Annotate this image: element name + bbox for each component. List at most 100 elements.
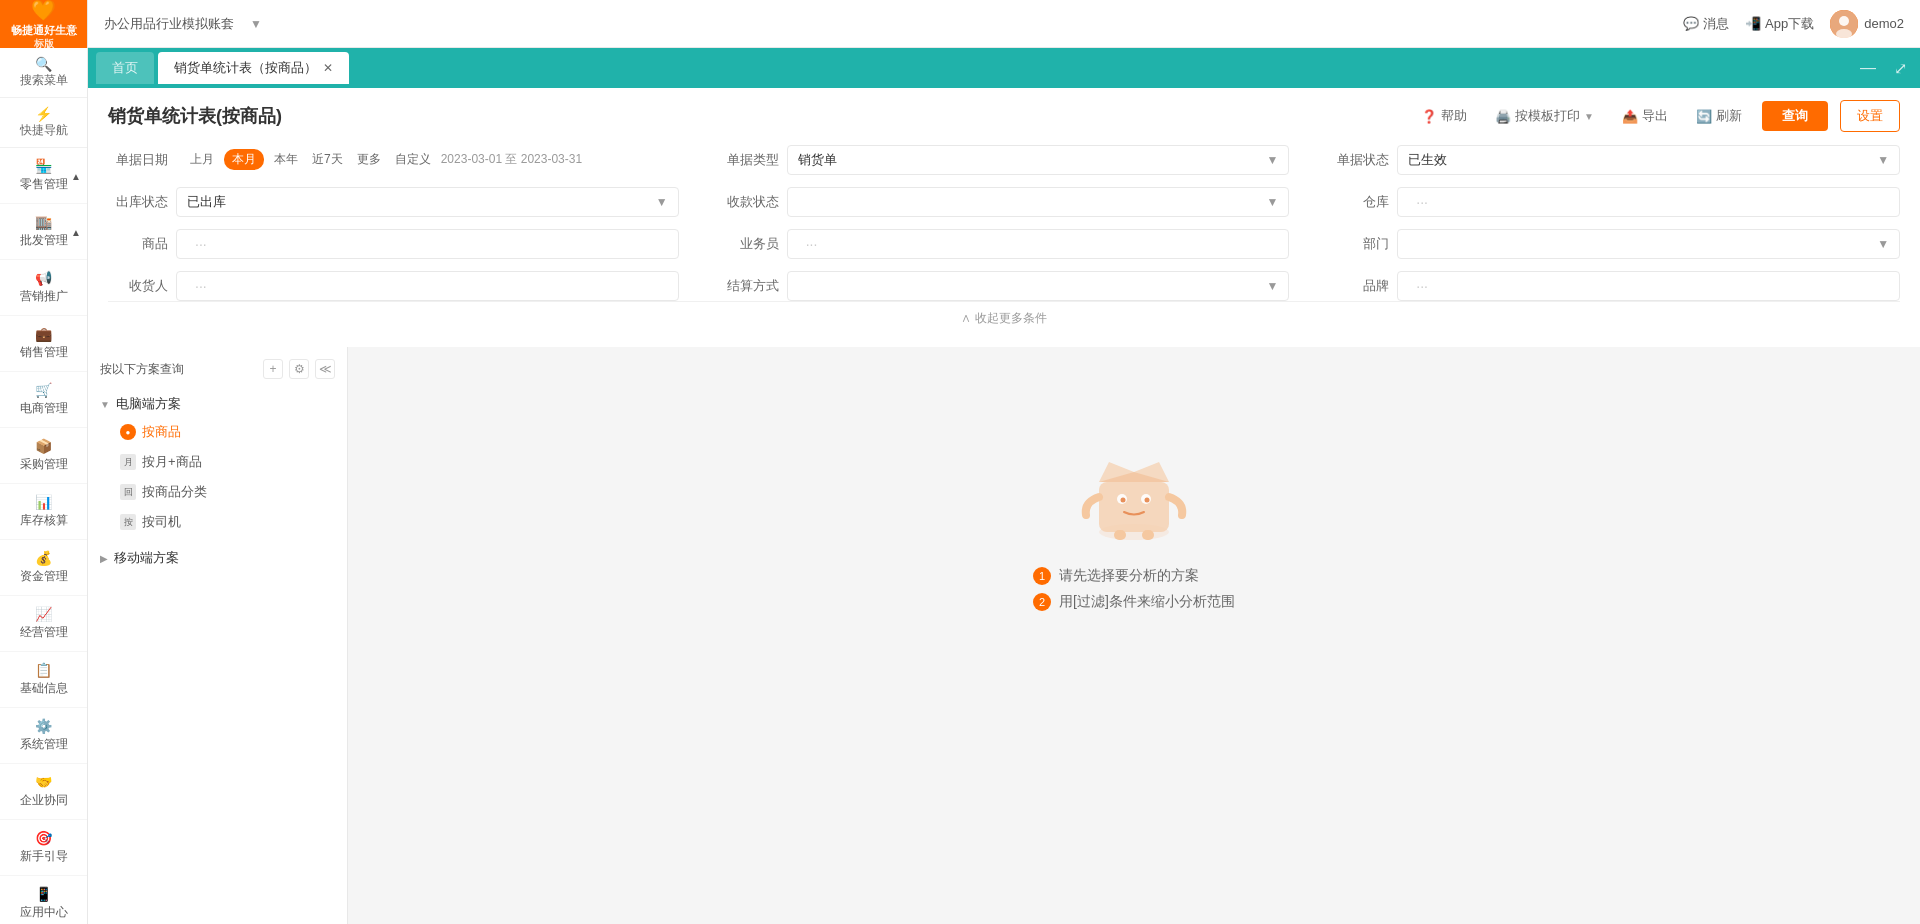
settlement-field: 结算方式 ▼ <box>719 271 1290 301</box>
receiver-control[interactable]: ··· <box>176 271 679 301</box>
brand-control[interactable]: ··· <box>1397 271 1900 301</box>
scheme-group-mobile-header[interactable]: ▶ 移动端方案 <box>88 545 347 571</box>
inventory-icon: 📊 <box>35 494 52 510</box>
scheme-collapse-btn[interactable]: ≪ <box>315 359 335 379</box>
date-shortcut-more[interactable]: 更多 <box>353 149 385 170</box>
brand-dots-icon[interactable]: ··· <box>1416 278 1428 294</box>
topbar-actions: 💬 消息 📲 App下载 demo2 <box>1683 10 1904 38</box>
receiver-dots-icon[interactable]: ··· <box>195 278 207 294</box>
scheme-settings-btn[interactable]: ⚙ <box>289 359 309 379</box>
scheme-panel-icons: + ⚙ ≪ <box>263 359 335 379</box>
scheme-item-by-machine[interactable]: 按 按司机 <box>88 507 347 537</box>
dropdown-arrow-icon[interactable]: ▼ <box>250 17 262 31</box>
sidebar-item-sales[interactable]: 💼 销售管理 <box>0 316 87 372</box>
help-btn[interactable]: ❓ 帮助 <box>1413 103 1475 129</box>
sidebar-item-retail-label: 零售管理 <box>20 176 68 193</box>
dept-control[interactable]: ▼ <box>1397 229 1900 259</box>
date-range-text: 2023-03-01 至 2023-03-31 <box>441 151 582 168</box>
user-menu[interactable]: demo2 <box>1830 10 1904 38</box>
sidebar-item-purchase[interactable]: 📦 采购管理 <box>0 428 87 484</box>
sidebar-item-inventory[interactable]: 📊 库存核算 <box>0 484 87 540</box>
dept-chevron-icon: ▼ <box>1877 237 1889 251</box>
settlement-chevron-icon: ▼ <box>1266 279 1278 293</box>
salesperson-dots-icon[interactable]: ··· <box>806 236 818 252</box>
date-control[interactable]: 上月 本月 本年 近7天 更多 自定义 2023-03-01 至 2023-03… <box>176 144 679 175</box>
tab-report[interactable]: 销货单统计表（按商品） ✕ <box>158 52 349 84</box>
sidebar-item-wholesale[interactable]: 🏬 批发管理 ▲ <box>0 204 87 260</box>
tab-close-icon[interactable]: ✕ <box>323 61 333 75</box>
refresh-btn[interactable]: 🔄 刷新 <box>1688 103 1750 129</box>
doc-type-chevron-icon: ▼ <box>1266 153 1278 167</box>
scheme-group-pc-header[interactable]: ▼ 电脑端方案 <box>88 391 347 417</box>
brand-label: 品牌 <box>1329 277 1389 295</box>
scheme-group-pc: ▼ 电脑端方案 ● 按商品 月 按月+商品 回 <box>88 387 347 541</box>
query-button[interactable]: 查询 <box>1762 101 1828 131</box>
sidebar-item-system-label: 系统管理 <box>20 736 68 753</box>
scheme-item-by-month-goods-label: 按月+商品 <box>142 453 202 471</box>
goods-dots-icon[interactable]: ··· <box>195 236 207 252</box>
tab-home[interactable]: 首页 <box>96 52 154 84</box>
sidebar-item-finance[interactable]: 💰 资金管理 <box>0 540 87 596</box>
warehouse-dots-icon[interactable]: ··· <box>1416 194 1428 210</box>
scheme-goods-icon: ● <box>120 424 136 440</box>
payment-status-chevron-icon: ▼ <box>1266 195 1278 209</box>
scheme-group-pc-arrow-icon: ▼ <box>100 399 110 410</box>
tab-minimize-btn[interactable]: — <box>1856 56 1880 80</box>
sidebar-item-marketing[interactable]: 📢 营销推广 <box>0 260 87 316</box>
date-shortcut-this-year[interactable]: 本年 <box>270 149 302 170</box>
sidebar-quick-nav[interactable]: ⚡ 快捷导航 <box>0 98 87 148</box>
download-icon: 📲 <box>1745 16 1761 31</box>
refresh-label: 刷新 <box>1716 107 1742 125</box>
warehouse-field: 仓库 ··· <box>1329 187 1900 217</box>
warehouse-label: 仓库 <box>1329 193 1389 211</box>
username: demo2 <box>1864 16 1904 31</box>
receiver-field: 收货人 ··· <box>108 271 679 301</box>
settlement-label: 结算方式 <box>719 277 779 295</box>
scheme-item-by-month-goods[interactable]: 月 按月+商品 <box>88 447 347 477</box>
scheme-item-by-goods[interactable]: ● 按商品 <box>88 417 347 447</box>
sidebar-item-retail[interactable]: 🏪 零售管理 ▲ <box>0 148 87 204</box>
sidebar-item-operations[interactable]: 📈 经营管理 <box>0 596 87 652</box>
marketing-icon: 📢 <box>35 270 52 286</box>
sidebar-item-enterprise[interactable]: 🤝 企业协同 <box>0 764 87 820</box>
settings-button[interactable]: 设置 <box>1840 100 1900 132</box>
app-subtitle: 标版 <box>34 38 54 50</box>
sidebar-item-newbie[interactable]: 🎯 新手引导 <box>0 820 87 876</box>
sidebar-item-basic[interactable]: 📋 基础信息 <box>0 652 87 708</box>
date-shortcut-7days[interactable]: 近7天 <box>308 149 347 170</box>
doc-status-control[interactable]: 已生效 ▼ <box>1397 145 1900 175</box>
goods-control[interactable]: ··· <box>176 229 679 259</box>
filter-row-2: 出库状态 已出库 ▼ 收款状态 ▼ <box>108 187 1900 217</box>
scheme-add-btn[interactable]: + <box>263 359 283 379</box>
sidebar-item-system[interactable]: ⚙️ 系统管理 <box>0 708 87 764</box>
app-download-btn[interactable]: 📲 App下载 <box>1745 15 1814 33</box>
sidebar-item-ecommerce[interactable]: 🛒 电商管理 <box>0 372 87 428</box>
sidebar-item-purchase-label: 采购管理 <box>20 456 68 473</box>
date-shortcut-custom[interactable]: 自定义 <box>391 149 435 170</box>
wholesale-arrow-icon: ▲ <box>71 226 81 237</box>
template-print-btn[interactable]: 🖨️ 按模板打印 ▼ <box>1487 103 1602 129</box>
doc-type-control[interactable]: 销货单 ▼ <box>787 145 1290 175</box>
out-status-control[interactable]: 已出库 ▼ <box>176 187 679 217</box>
sidebar-item-newbie-label: 新手引导 <box>20 848 68 865</box>
message-btn[interactable]: 💬 消息 <box>1683 15 1729 33</box>
tab-maximize-btn[interactable]: ⤢ <box>1888 56 1912 80</box>
scheme-group-mobile-label: 移动端方案 <box>114 549 179 567</box>
empty-state: 1 请先选择要分析的方案 2 用[过滤]条件来缩小分析范围 <box>348 347 1920 691</box>
sidebar-search[interactable]: 🔍 搜索菜单 <box>0 48 87 98</box>
payment-status-control[interactable]: ▼ <box>787 187 1290 217</box>
date-shortcut-this-month[interactable]: 本月 <box>224 149 264 170</box>
scheme-item-by-category[interactable]: 回 按商品分类 <box>88 477 347 507</box>
collapse-bar[interactable]: ∧ 收起更多条件 <box>108 301 1900 335</box>
body-section: 按以下方案查询 + ⚙ ≪ ▼ 电脑端方案 <box>88 347 1920 924</box>
page-wrapper: 销货单统计表(按商品) ❓ 帮助 🖨️ 按模板打印 ▼ 📤 <box>88 88 1920 924</box>
date-shortcut-last-month[interactable]: 上月 <box>186 149 218 170</box>
salesperson-control[interactable]: ··· <box>787 229 1290 259</box>
sidebar-item-wholesale-label: 批发管理 <box>20 232 68 249</box>
app-logo: 🧡 畅捷通好生意 标版 <box>0 0 87 48</box>
empty-tip-2: 2 用[过滤]条件来缩小分析范围 <box>1033 593 1235 611</box>
export-btn[interactable]: 📤 导出 <box>1614 103 1676 129</box>
sidebar-item-apps[interactable]: 📱 应用中心 <box>0 876 87 924</box>
settlement-control[interactable]: ▼ <box>787 271 1290 301</box>
warehouse-control[interactable]: ··· <box>1397 187 1900 217</box>
